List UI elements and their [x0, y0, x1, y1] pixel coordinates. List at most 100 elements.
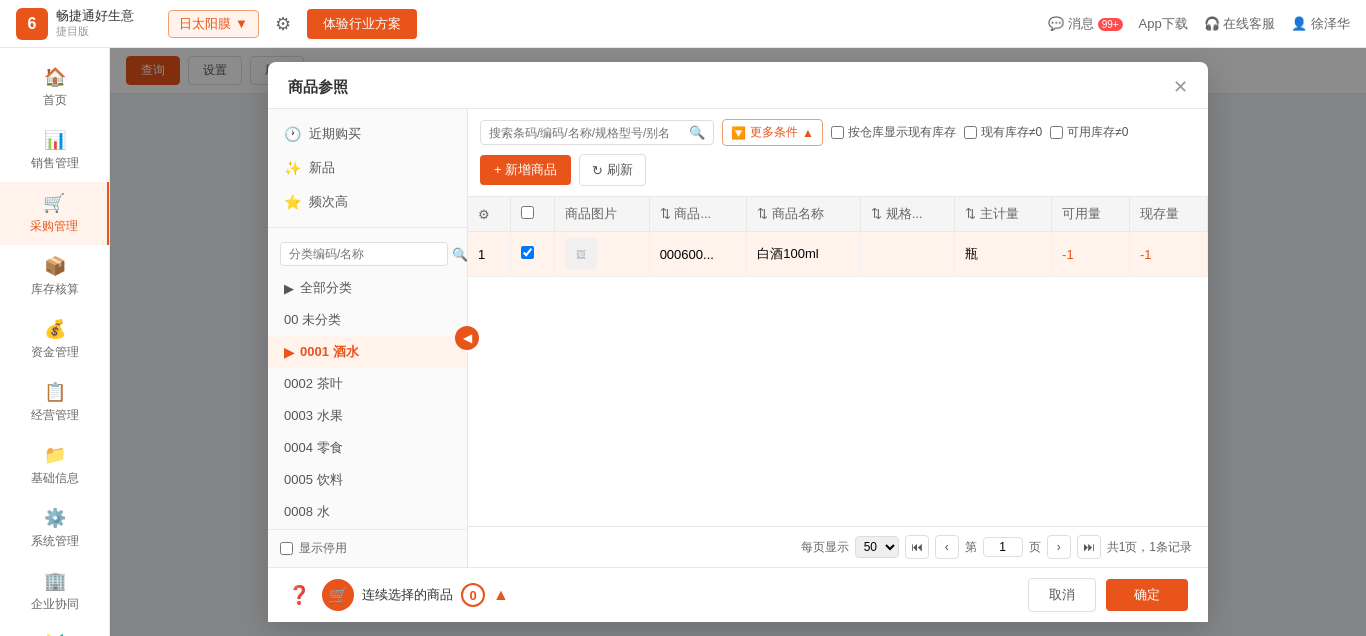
col-image: 商品图片 — [554, 197, 649, 232]
nav-item-recent-label: 近期购买 — [309, 125, 361, 143]
experience-btn[interactable]: 体验行业方案 — [307, 9, 417, 39]
sidebar-label-system: 系统管理 — [31, 533, 79, 550]
sort-icon: ⇅ — [660, 206, 671, 221]
available-stock-filter: 可用库存≠0 — [1050, 124, 1128, 141]
warehouse-checkbox[interactable] — [831, 126, 844, 139]
category-drinks[interactable]: 0005 饮料 — [268, 464, 467, 496]
select-all-checkbox[interactable] — [521, 206, 534, 219]
category-all[interactable]: ▶ 全部分类 — [268, 272, 467, 304]
last-page-btn[interactable]: ⏭ — [1077, 535, 1101, 559]
col-spec[interactable]: ⇅ 规格... — [861, 197, 955, 232]
cart-icon[interactable]: 🛒 — [322, 579, 354, 611]
sort-name-icon: ⇅ — [757, 206, 768, 221]
nav-item-new-label: 新品 — [309, 159, 335, 177]
sidebar-item-purchase[interactable]: 🛒 采购管理 — [0, 182, 109, 245]
more-filters-btn[interactable]: 🔽 更多条件 ▲ — [722, 119, 823, 146]
product-table-wrapper: ⚙ 商品图片 ⇅ 商品... ⇅ — [468, 197, 1208, 526]
sidebar-label-home: 首页 — [43, 92, 67, 109]
sidebar-item-sales[interactable]: 📊 销售管理 — [0, 119, 109, 182]
prev-page-btn[interactable]: ‹ — [935, 535, 959, 559]
col-name[interactable]: ⇅ 商品名称 — [747, 197, 861, 232]
nav-item-frequent[interactable]: ⭐ 频次高 — [268, 185, 467, 219]
nav-item-new[interactable]: ✨ 新品 — [268, 151, 467, 185]
col-settings[interactable]: ⚙ — [468, 197, 510, 232]
confirm-btn[interactable]: 确定 — [1106, 579, 1188, 611]
sidebar-item-system[interactable]: ⚙️ 系统管理 — [0, 497, 109, 560]
category-water[interactable]: 0008 水 — [268, 496, 467, 528]
modal-close-btn[interactable]: ✕ — [1173, 76, 1188, 98]
page-size-select[interactable]: 50 — [855, 536, 899, 558]
add-product-btn[interactable]: + 新增商品 — [480, 155, 571, 185]
first-page-btn[interactable]: ⏮ — [905, 535, 929, 559]
product-reference-modal: 商品参照 ✕ 🕐 近期购买 ✨ — [268, 62, 1208, 622]
category-snacks[interactable]: 0004 零食 — [268, 432, 467, 464]
product-search-input[interactable] — [489, 126, 689, 140]
sort-unit-icon: ⇅ — [965, 206, 976, 221]
new-icon: ✨ — [284, 160, 301, 176]
modal-body: 🕐 近期购买 ✨ 新品 ⭐ 频次高 — [268, 109, 1208, 567]
col-unit[interactable]: ⇅ 主计量 — [955, 197, 1052, 232]
settings-icon[interactable]: ⚙ — [271, 9, 295, 39]
sidebar-item-inventory[interactable]: 📦 库存核算 — [0, 245, 109, 308]
current-stock-checkbox[interactable] — [964, 126, 977, 139]
footer-collapse-icon[interactable]: ▲ — [493, 586, 509, 604]
sidebar-item-home[interactable]: 🏠 首页 — [0, 56, 109, 119]
category-uncategorized[interactable]: 00 未分类 — [268, 304, 467, 336]
help-icon[interactable]: ❓ — [288, 584, 310, 606]
available-stock-checkbox[interactable] — [1050, 126, 1063, 139]
modal-left-panel: 🕐 近期购买 ✨ 新品 ⭐ 频次高 — [268, 109, 468, 567]
finance-icon: 💰 — [44, 318, 66, 340]
sidebar-label-sales: 销售管理 — [31, 155, 79, 172]
category-search-input[interactable] — [280, 242, 448, 266]
user-avatar[interactable]: 👤 徐泽华 — [1291, 15, 1350, 33]
category-fruit[interactable]: 0003 水果 — [268, 400, 467, 432]
message-label: 消息 — [1068, 16, 1094, 31]
show-disabled-checkbox[interactable] — [280, 542, 293, 555]
modal-right-panel: 🔍 🔽 更多条件 ▲ 按仓库显示现有库存 — [468, 109, 1208, 567]
sidebar-item-operations[interactable]: 📋 经营管理 — [0, 371, 109, 434]
collapse-panel-btn[interactable]: ◀ — [455, 326, 479, 350]
purchase-icon: 🛒 — [43, 192, 65, 214]
sidebar-item-basic-info[interactable]: 📁 基础信息 — [0, 434, 109, 497]
page-word: 第 — [965, 539, 977, 556]
category-all-arrow: ▶ — [284, 281, 294, 296]
product-table: ⚙ 商品图片 ⇅ 商品... ⇅ — [468, 197, 1208, 277]
row-checkbox[interactable] — [521, 246, 534, 259]
sort-spec-icon: ⇅ — [871, 206, 882, 221]
modal-overlay: 商品参照 ✕ 🕐 近期购买 ✨ — [110, 48, 1366, 636]
total-info: 共1页，1条记录 — [1107, 539, 1192, 556]
table-row[interactable]: 1 🖼 000600... 白酒100ml — [468, 232, 1208, 277]
more-filters-label: 更多条件 — [750, 124, 798, 141]
filter-icon: 🔽 — [731, 126, 746, 140]
frequent-icon: ⭐ — [284, 194, 301, 210]
sidebar-item-enterprise[interactable]: 🏢 企业协同 — [0, 560, 109, 623]
nav-item-recent[interactable]: 🕐 近期购买 — [268, 117, 467, 151]
category-alcohol[interactable]: ▶ 0001 酒水 — [268, 336, 467, 368]
sidebar-label-basic-info: 基础信息 — [31, 470, 79, 487]
sidebar-item-finance[interactable]: 💰 资金管理 — [0, 308, 109, 371]
refresh-btn[interactable]: ↻ 刷新 — [579, 154, 646, 186]
col-code[interactable]: ⇅ 商品... — [649, 197, 747, 232]
col-available: 可用量 — [1052, 197, 1130, 232]
table-body: 1 🖼 000600... 白酒100ml — [468, 232, 1208, 277]
app-download-link[interactable]: App下载 — [1139, 15, 1188, 33]
product-search-box: 🔍 — [480, 120, 714, 145]
modal-footer: ❓ 🛒 连续选择的商品 0 ▲ 取消 确定 — [268, 567, 1208, 622]
category-search-icon[interactable]: 🔍 — [452, 247, 467, 262]
filter-up-icon: ▲ — [802, 126, 814, 140]
store-selector[interactable]: 日太阳膜 ▼ — [168, 10, 259, 38]
next-page-btn[interactable]: › — [1047, 535, 1071, 559]
cancel-btn[interactable]: 取消 — [1028, 578, 1096, 612]
show-disabled-label[interactable]: 显示停用 — [299, 540, 347, 557]
modal-pagination: 每页显示 50 ⏮ ‹ 第 页 › ⏭ 共1页，1条记录 — [468, 526, 1208, 567]
sidebar-label-inventory: 库存核算 — [31, 281, 79, 298]
message-icon[interactable]: 💬 消息 99+ — [1048, 15, 1122, 33]
page-number-input[interactable] — [983, 537, 1023, 557]
col-checkbox — [510, 197, 554, 232]
category-tea[interactable]: 0002 茶叶 — [268, 368, 467, 400]
cell-code: 000600... — [649, 232, 747, 277]
search-icon[interactable]: 🔍 — [689, 125, 705, 140]
online-service-link[interactable]: 🎧 在线客服 — [1204, 15, 1276, 33]
sidebar-item-guide[interactable]: 🔰 新手引导 — [0, 623, 109, 636]
cart-label: 连续选择的商品 — [362, 586, 453, 604]
